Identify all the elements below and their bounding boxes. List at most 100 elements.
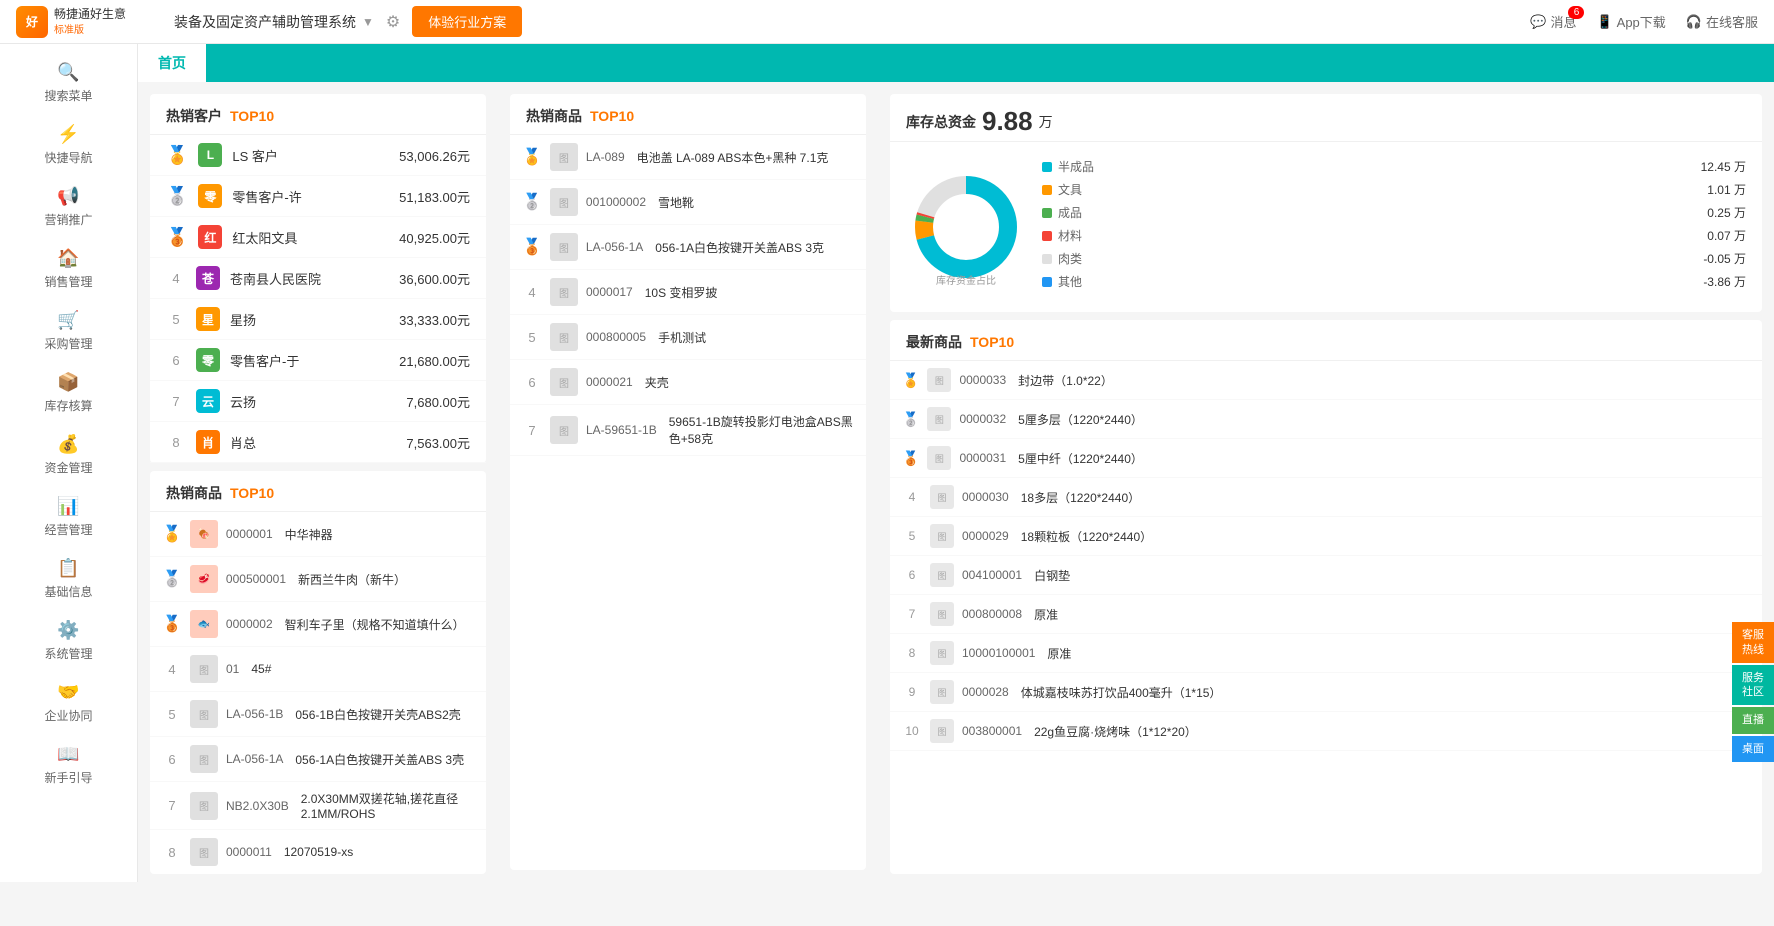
collab-icon: 🤝 xyxy=(57,682,79,703)
sidebar-item-operations[interactable]: 📊 经营管理 xyxy=(0,486,137,548)
hot-products-bottom-header: 热销商品 TOP10 xyxy=(150,471,486,512)
new-product-code-2: 0000032 xyxy=(959,412,1006,426)
message-button[interactable]: 💬 消息 6 xyxy=(1530,12,1576,31)
logo-tag: 标准版 xyxy=(54,21,126,36)
customer-row-4: 4 苍 苍南县人民医院 36,600.00元 xyxy=(150,258,486,299)
inventory-total-unit: 万 xyxy=(1039,112,1053,132)
hot-top-img-3: 图 xyxy=(550,233,578,261)
float-livestream[interactable]: 直播 xyxy=(1732,707,1774,733)
hot-bottom-row-8: 8 图 0000011 12070519-xs xyxy=(150,830,486,874)
new-product-name-4: 18多层（1220*2440） xyxy=(1021,489,1140,506)
hot-products-bottom-list: 🏅 🍖 0000001 中华神器 🥈 🥩 000500001 新西兰牛肉（新牛） xyxy=(150,512,486,874)
new-product-name-3: 5厘中纤（1220*2440） xyxy=(1018,450,1143,467)
new-product-code-4: 0000030 xyxy=(962,490,1009,504)
customer-name-5: 星扬 xyxy=(230,310,389,329)
tab-home[interactable]: 首页 xyxy=(138,44,206,82)
new-product-name-2: 5厘多层（1220*2440） xyxy=(1018,411,1143,428)
float-service-community[interactable]: 服务社区 xyxy=(1732,665,1774,706)
hot-bottom-medal-3: 🥉 xyxy=(162,614,182,634)
hot-top-name-2: 雪地靴 xyxy=(658,194,854,211)
new-product-rank-6: 6 xyxy=(902,568,922,582)
hot-bottom-img-1: 🍖 xyxy=(190,520,218,548)
customer-row-6: 6 零 零售客户-于 21,680.00元 xyxy=(150,340,486,381)
sidebar-label-inventory: 库存核算 xyxy=(44,397,92,414)
new-product-code-9: 0000028 xyxy=(962,685,1009,699)
trial-button[interactable]: 体验行业方案 xyxy=(412,6,522,37)
hot-bottom-code-2: 000500001 xyxy=(226,572,286,586)
hot-bottom-code-4: 01 xyxy=(226,662,239,676)
logo-text-group: 畅捷通好生意 标准版 xyxy=(54,7,126,36)
hot-top-medal-2: 🥈 xyxy=(522,192,542,212)
customer-name-8: 肖总 xyxy=(230,433,396,452)
sidebar-item-collab[interactable]: 🤝 企业协同 xyxy=(0,672,137,734)
header-right: 💬 消息 6 📱 App下载 🎧 在线客服 xyxy=(1530,12,1758,31)
sidebar-item-quicknav[interactable]: ⚡ 快捷导航 xyxy=(0,114,137,176)
sidebar-item-system[interactable]: ⚙️ 系统管理 xyxy=(0,610,137,672)
new-product-row-3: 🥉 图 0000031 5厘中纤（1220*2440） xyxy=(890,439,1762,478)
system-name: 装备及固定资产辅助管理系统 xyxy=(174,12,356,32)
hot-top-code-1: LA-089 xyxy=(586,150,625,164)
hot-top-name-7: 59651-1B旋转投影灯电池盒ABS黑色+58克 xyxy=(669,413,854,447)
hot-bottom-code-6: LA-056-1A xyxy=(226,752,283,766)
new-products-title: 最新商品 xyxy=(906,332,962,352)
new-product-img-1: 图 xyxy=(927,368,951,392)
sidebar-item-search[interactable]: 🔍 搜索菜单 xyxy=(0,52,137,114)
sidebar-item-sales[interactable]: 🏠 销售管理 xyxy=(0,238,137,300)
inventory-chart-area: 库存资金占比 半成品 12.45 万 文具 xyxy=(890,142,1762,312)
new-product-row-6: 6 图 004100001 白钢垫 xyxy=(890,556,1762,595)
legend-label-4: 材料 xyxy=(1058,227,1701,244)
sidebar-item-guide[interactable]: 📖 新手引导 xyxy=(0,734,137,796)
new-product-name-6: 白钢垫 xyxy=(1034,567,1070,584)
new-product-rank-9: 9 xyxy=(902,685,922,699)
hot-top-row-7: 7 图 LA-59651-1B 59651-1B旋转投影灯电池盒ABS黑色+58… xyxy=(510,405,866,456)
logo-icon: 好 xyxy=(16,6,48,38)
new-products-header: 最新商品 TOP10 xyxy=(890,320,1762,361)
sidebar-item-purchase[interactable]: 🛒 采购管理 xyxy=(0,300,137,362)
app-download-button[interactable]: 📱 App下载 xyxy=(1596,12,1665,31)
hot-top-rank-5: 5 xyxy=(522,330,542,345)
system-selector[interactable]: 装备及固定资产辅助管理系统 ▼ xyxy=(174,12,374,32)
sidebar-item-inventory[interactable]: 📦 库存核算 xyxy=(0,362,137,424)
sidebar-label-marketing: 营销推广 xyxy=(44,211,92,228)
rank-num-5: 5 xyxy=(166,312,186,327)
hot-bottom-img-6: 图 xyxy=(190,745,218,773)
new-product-img-7: 图 xyxy=(930,602,954,626)
hot-products-top-list: 🏅 图 LA-089 电池盖 LA-089 ABS本色+黑种 7.1克 🥈 图 … xyxy=(510,135,866,870)
logo-area: 好 畅捷通好生意 标准版 xyxy=(16,6,154,38)
online-service-button[interactable]: 🎧 在线客服 xyxy=(1686,12,1758,31)
new-product-img-6: 图 xyxy=(930,563,954,587)
tab-home-label: 首页 xyxy=(158,53,186,73)
medal-gold-1: 🏅 xyxy=(166,145,188,166)
legend-value-1: 12.45 万 xyxy=(1701,158,1746,175)
legend-row-6: 其他 -3.86 万 xyxy=(1042,273,1746,290)
new-product-medal-2: 🥈 xyxy=(902,411,919,428)
customer-amount-7: 7,680.00元 xyxy=(406,392,470,411)
new-product-img-5: 图 xyxy=(930,524,954,548)
new-product-code-6: 004100001 xyxy=(962,568,1022,582)
hot-top-code-3: LA-056-1A xyxy=(586,240,643,254)
hot-bottom-row-7: 7 图 NB2.0X30B 2.0X30MM双搓花轴,搓花直径2.1MM/ROH… xyxy=(150,782,486,830)
legend-value-4: 0.07 万 xyxy=(1707,227,1746,244)
sidebar-item-marketing[interactable]: 📢 营销推广 xyxy=(0,176,137,238)
hot-products-top-title: 热销商品 xyxy=(526,106,582,126)
hot-bottom-code-5: LA-056-1B xyxy=(226,707,283,721)
customer-amount-4: 36,600.00元 xyxy=(399,269,470,288)
hot-top-row-3: 🥉 图 LA-056-1A 056-1A白色按键开关盖ABS 3克 xyxy=(510,225,866,270)
float-service: 客服热线 服务社区 直播 桌面 xyxy=(1732,622,1774,762)
hot-products-top-badge: TOP10 xyxy=(590,108,634,124)
hot-bottom-img-8: 图 xyxy=(190,838,218,866)
settings-icon[interactable]: ⚙ xyxy=(386,12,400,32)
hot-bottom-row-4: 4 图 01 45# xyxy=(150,647,486,692)
float-customer-service[interactable]: 客服热线 xyxy=(1732,622,1774,663)
message-badge: 6 xyxy=(1568,6,1584,19)
hot-top-img-6: 图 xyxy=(550,368,578,396)
customer-row-2: 🥈 零 零售客户-许 51,183.00元 xyxy=(150,176,486,217)
float-desktop[interactable]: 桌面 xyxy=(1732,736,1774,762)
hot-bottom-row-2: 🥈 🥩 000500001 新西兰牛肉（新牛） xyxy=(150,557,486,602)
new-products-list: 🏅 图 0000033 封边带（1.0*22） 🥈 图 0000032 5厘多层… xyxy=(890,361,1762,751)
sidebar-item-finance[interactable]: 💰 资金管理 xyxy=(0,424,137,486)
legend-dot-6 xyxy=(1042,277,1052,287)
new-product-img-4: 图 xyxy=(930,485,954,509)
sidebar-item-basic-info[interactable]: 📋 基础信息 xyxy=(0,548,137,610)
new-product-rank-8: 8 xyxy=(902,646,922,660)
